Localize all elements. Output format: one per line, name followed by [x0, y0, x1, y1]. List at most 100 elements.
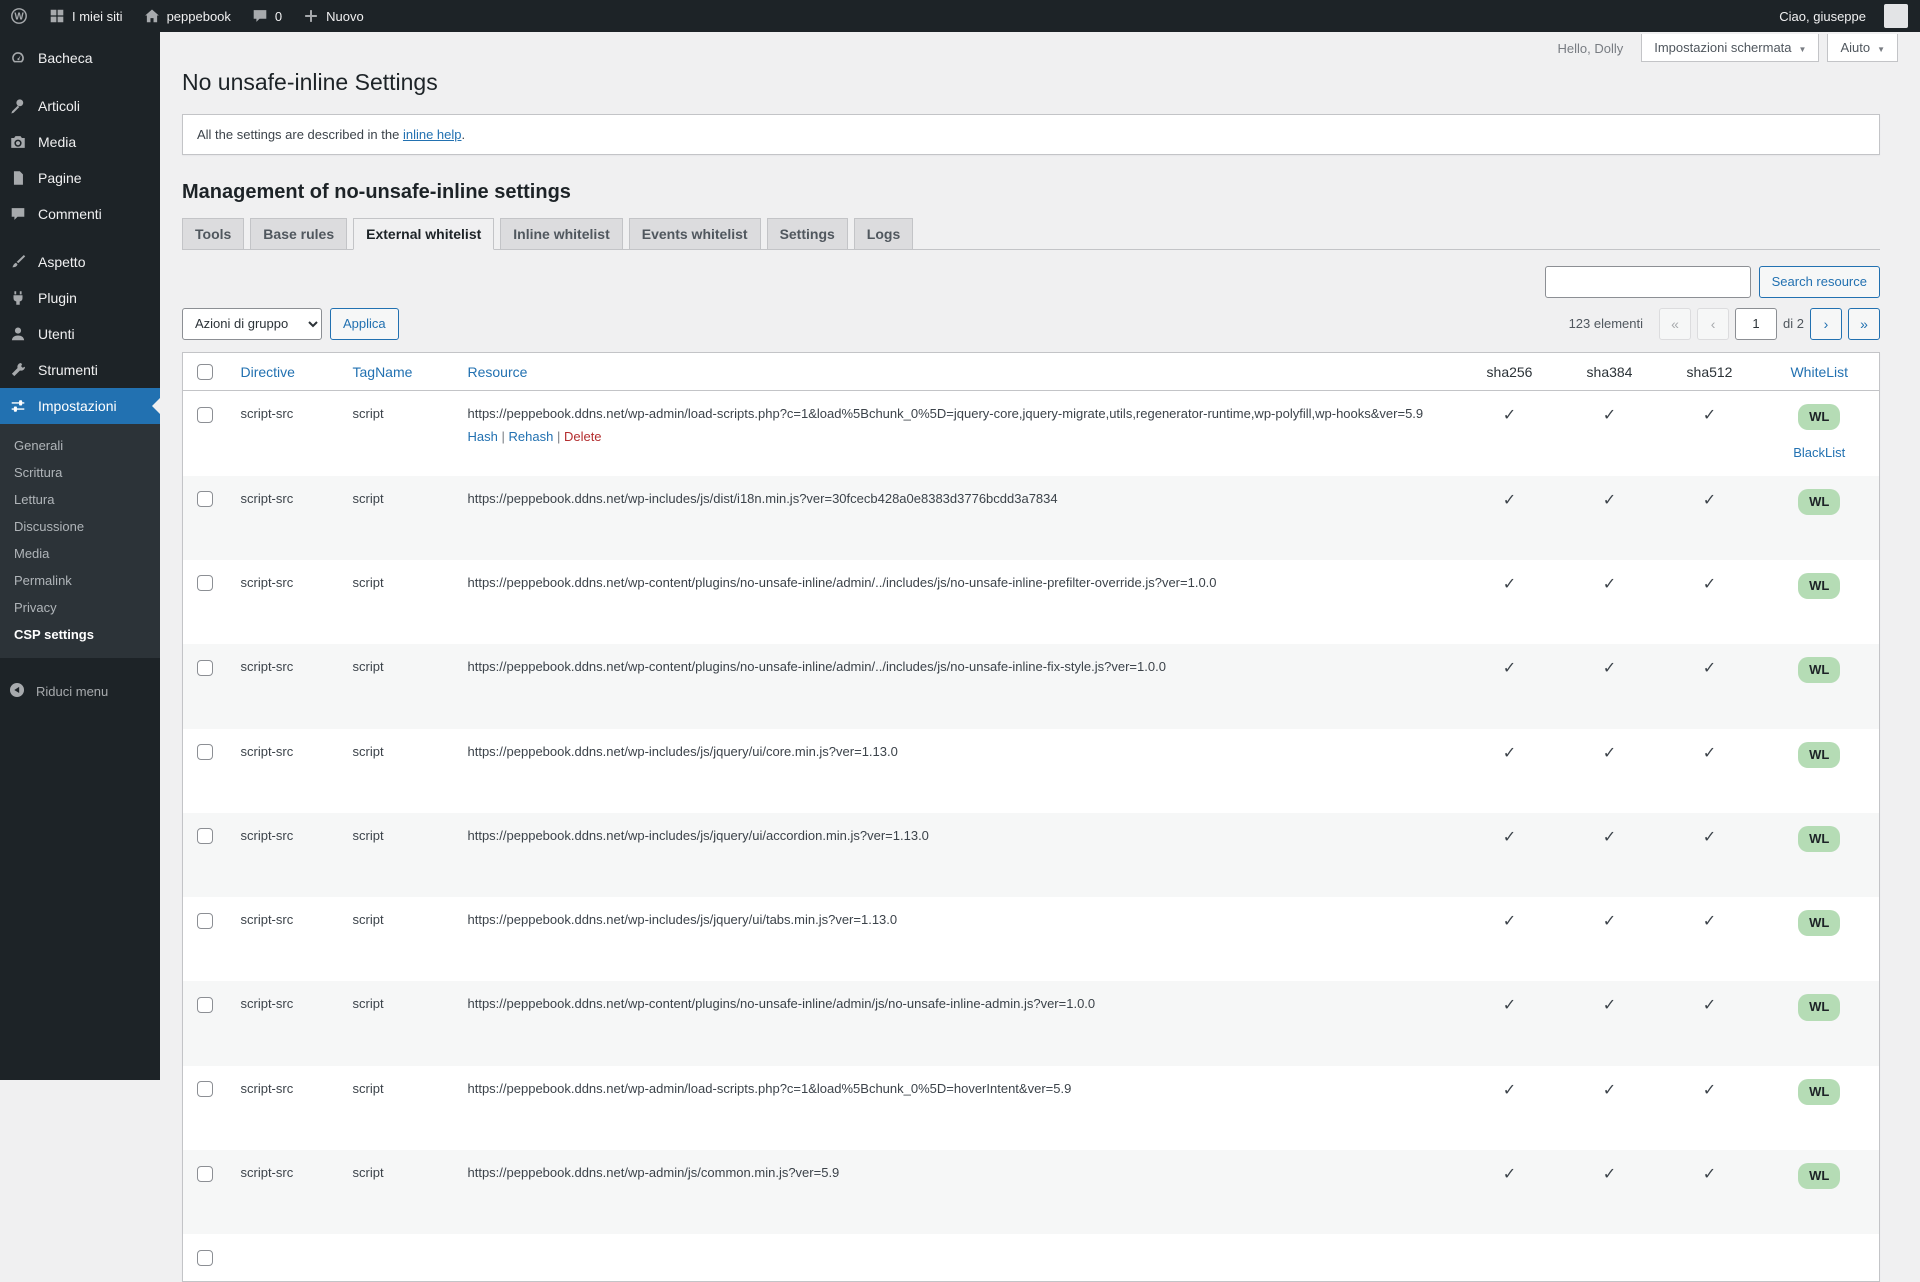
site-name-menu[interactable]: peppebook	[133, 0, 241, 32]
tab-tools[interactable]: Tools	[182, 218, 244, 250]
submenu-item-media[interactable]: Media	[0, 540, 160, 567]
new-content-menu[interactable]: Nuovo	[292, 0, 374, 32]
sidebar-item-strumenti[interactable]: Strumenti	[0, 352, 160, 388]
sidebar-item-impostazioni[interactable]: Impostazioni	[0, 388, 160, 424]
whitelist-badge[interactable]: WL	[1798, 573, 1840, 599]
whitelist-badge[interactable]: WL	[1798, 657, 1840, 683]
whitelist-cell: WLBlackList	[1760, 897, 1880, 981]
whitelist-badge[interactable]: WL	[1798, 489, 1840, 515]
row-checkbox[interactable]	[197, 744, 213, 760]
submenu-item-privacy[interactable]: Privacy	[0, 594, 160, 621]
whitelist-badge[interactable]: WL	[1798, 826, 1840, 852]
sidebar-item-articoli[interactable]: Articoli	[0, 88, 160, 124]
wordpress-logo-menu[interactable]: W	[0, 0, 38, 32]
table-row: script-srcscripthttps://peppebook.ddns.n…	[183, 391, 1880, 476]
submenu-item-permalink[interactable]: Permalink	[0, 567, 160, 594]
sha512-cell: ✓	[1660, 644, 1760, 728]
row-checkbox[interactable]	[197, 997, 213, 1013]
whitelist-badge[interactable]: WL	[1798, 1079, 1840, 1105]
column-header-resource[interactable]: Resource	[458, 352, 1460, 390]
sha256-cell: ✓	[1460, 1150, 1560, 1234]
row-checkbox-cell	[183, 813, 231, 897]
tab-inline-whitelist[interactable]: Inline whitelist	[500, 218, 622, 250]
sidebar-item-pagine[interactable]: Pagine	[0, 160, 160, 196]
column-header-whitelist[interactable]: WhiteList	[1760, 352, 1880, 390]
check-icon: ✓	[1503, 913, 1516, 930]
settings-icon	[8, 397, 28, 415]
whitelist-badge[interactable]: WL	[1798, 910, 1840, 936]
tab-logs[interactable]: Logs	[854, 218, 913, 250]
select-all-checkbox[interactable]	[197, 364, 213, 380]
submenu-item-lettura[interactable]: Lettura	[0, 486, 160, 513]
sidebar-item-label: Bacheca	[38, 49, 92, 67]
howdy-greeting[interactable]: Ciao, giuseppe	[1769, 9, 1876, 24]
apply-button[interactable]: Applica	[330, 308, 399, 340]
column-header-tagname[interactable]: TagName	[343, 352, 458, 390]
check-icon: ✓	[1503, 745, 1516, 762]
submenu-item-generali[interactable]: Generali	[0, 432, 160, 459]
directive-cell: script-src	[231, 1150, 343, 1234]
search-resource-button[interactable]: Search resource	[1759, 266, 1880, 298]
check-icon: ✓	[1503, 1082, 1516, 1099]
tab-external-whitelist[interactable]: External whitelist	[353, 218, 494, 250]
screen-options-button[interactable]: Impostazioni schermata	[1641, 34, 1819, 62]
tab-events-whitelist[interactable]: Events whitelist	[629, 218, 761, 250]
collapse-menu-button[interactable]: Riduci menu	[0, 672, 160, 711]
row-checkbox[interactable]	[197, 1250, 213, 1266]
sidebar-item-aspetto[interactable]: Aspetto	[0, 244, 160, 280]
current-page-input[interactable]	[1735, 308, 1777, 340]
delete-action[interactable]: Delete	[564, 429, 602, 444]
sha512-cell: ✓	[1660, 981, 1760, 1065]
bulk-action-select[interactable]: Azioni di gruppo	[182, 308, 322, 340]
my-sites-menu[interactable]: I miei siti	[38, 0, 133, 32]
sidebar-item-media[interactable]: Media	[0, 124, 160, 160]
sidebar-item-label: Plugin	[38, 289, 77, 307]
sidebar-item-commenti[interactable]: Commenti	[0, 196, 160, 232]
row-checkbox[interactable]	[197, 828, 213, 844]
resource-url: https://peppebook.ddns.net/wp-admin/load…	[468, 404, 1450, 424]
directive-cell: script-src	[231, 813, 343, 897]
resource-cell: https://peppebook.ddns.net/wp-content/pl…	[458, 981, 1460, 1065]
help-button[interactable]: Aiuto	[1827, 34, 1898, 62]
check-icon: ✓	[1703, 1166, 1716, 1183]
search-input[interactable]	[1545, 266, 1751, 298]
whitelist-badge[interactable]: WL	[1798, 994, 1840, 1020]
tab-base-rules[interactable]: Base rules	[250, 218, 347, 250]
pagination-last-button[interactable]: »	[1848, 308, 1880, 340]
row-checkbox[interactable]	[197, 407, 213, 423]
inline-help-link[interactable]: inline help	[403, 127, 462, 142]
row-checkbox[interactable]	[197, 1081, 213, 1097]
sidebar-item-plugin[interactable]: Plugin	[0, 280, 160, 316]
comments-menu[interactable]: 0	[241, 0, 292, 32]
sidebar-item-bacheca[interactable]: Bacheca	[0, 40, 160, 76]
dashboard-icon	[8, 49, 28, 67]
whitelist-badge[interactable]: WL	[1798, 742, 1840, 768]
row-checkbox[interactable]	[197, 660, 213, 676]
rehash-action[interactable]: Rehash	[509, 429, 554, 444]
submenu-item-scrittura[interactable]: Scrittura	[0, 459, 160, 486]
submenu-item-csp-settings[interactable]: CSP settings	[0, 621, 160, 648]
sidebar-item-utenti[interactable]: Utenti	[0, 316, 160, 352]
sha384-cell: ✓	[1560, 981, 1660, 1065]
row-checkbox[interactable]	[197, 1166, 213, 1182]
tagname-cell: script	[343, 391, 458, 476]
column-header-directive[interactable]: Directive	[231, 352, 343, 390]
resource-cell: https://peppebook.ddns.net/wp-content/pl…	[458, 644, 1460, 728]
submenu-item-discussione[interactable]: Discussione	[0, 513, 160, 540]
blacklist-action[interactable]: BlackList	[1793, 444, 1845, 462]
row-checkbox[interactable]	[197, 913, 213, 929]
tagname-cell: script	[343, 1066, 458, 1150]
check-icon: ✓	[1703, 997, 1716, 1014]
sha512-cell: ✓	[1660, 1066, 1760, 1150]
sidebar-item-label: Media	[38, 133, 76, 151]
tab-settings[interactable]: Settings	[767, 218, 848, 250]
hash-action[interactable]: Hash	[468, 429, 498, 444]
whitelist-badge[interactable]: WL	[1798, 404, 1840, 430]
row-checkbox[interactable]	[197, 491, 213, 507]
whitelist-badge[interactable]: WL	[1798, 1163, 1840, 1189]
tagname-value: script	[353, 406, 384, 421]
pagination-next-button[interactable]: ›	[1810, 308, 1842, 340]
pages-icon	[8, 169, 28, 187]
row-checkbox[interactable]	[197, 575, 213, 591]
tagname-value: script	[353, 996, 384, 1011]
